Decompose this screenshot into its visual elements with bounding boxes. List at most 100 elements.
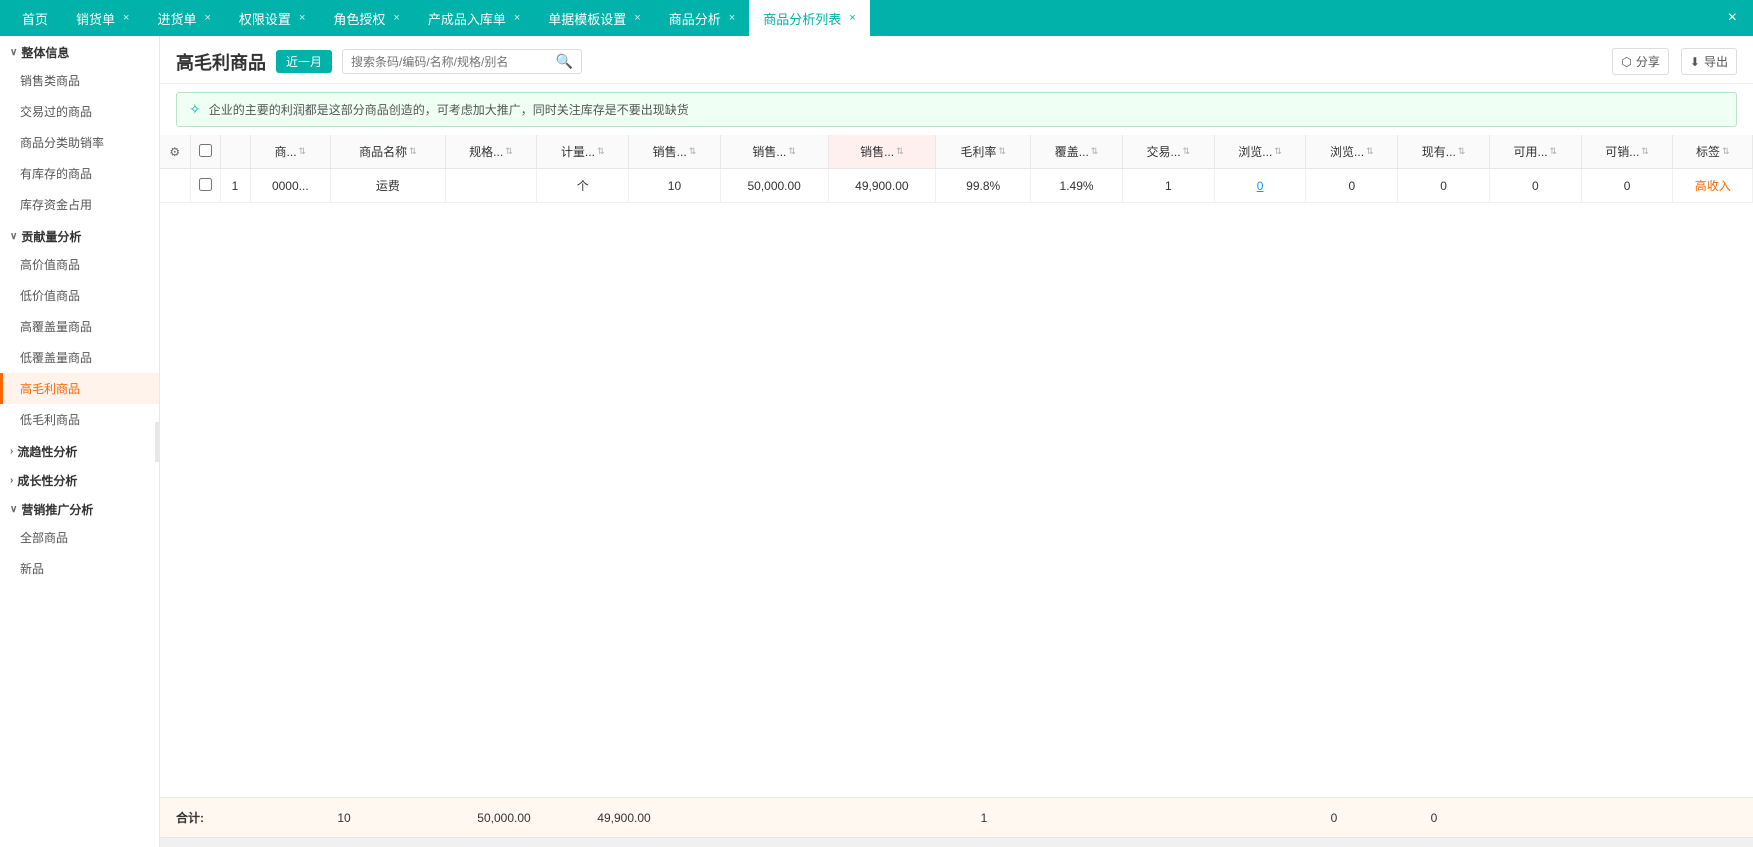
nav-tab-roles[interactable]: 角色授权 × (319, 0, 413, 36)
sidebar-item-low-coverage[interactable]: 低覆盖量商品 (0, 342, 159, 373)
col-gross-rate[interactable]: 毛利率⇅ (936, 135, 1031, 169)
col-sales-amount[interactable]: 销售...⇅ (720, 135, 828, 169)
col-name[interactable]: 商品名称⇅ (331, 135, 445, 169)
horizontal-scrollbar[interactable] (160, 837, 1753, 847)
nav-tab-inbound[interactable]: 产成品入库单 × (414, 0, 534, 36)
sidebar-item-traded-goods[interactable]: 交易过的商品 (0, 96, 159, 127)
row-browse1[interactable]: 0 (1214, 169, 1306, 203)
row-code: 0000... (250, 169, 331, 203)
row-saleable: 0 (1581, 169, 1673, 203)
col-browse1[interactable]: 浏览...⇅ (1214, 135, 1306, 169)
info-banner: ✧ 企业的主要的利润都是这部分商品创造的，可考虑加大推广，同时关注库存是不要出现… (176, 92, 1737, 127)
close-roles-tab[interactable]: × (393, 12, 399, 24)
col-trade[interactable]: 交易...⇅ (1122, 135, 1214, 169)
close-inbound-tab[interactable]: × (514, 12, 520, 24)
row-checkbox[interactable] (190, 169, 220, 203)
footer-sales-cost: 49,900.00 (564, 811, 684, 825)
search-icon[interactable]: 🔍 (556, 53, 573, 70)
row-trade: 1 (1122, 169, 1214, 203)
search-box: 🔍 (342, 49, 582, 74)
nav-tab-purchase[interactable]: 进货单 × (143, 0, 224, 36)
close-window-button[interactable]: × (1720, 9, 1745, 27)
sidebar-item-stock-capital[interactable]: 库存资金占用 (0, 189, 159, 220)
close-template-tab[interactable]: × (634, 12, 640, 24)
footer-sales-qty: 10 (244, 811, 444, 825)
row-unit: 个 (537, 169, 629, 203)
row-num: 1 (220, 169, 250, 203)
main-layout: « ∨ 整体信息 销售类商品 交易过的商品 商品分类助销率 有库存的商品 库存资… (0, 36, 1753, 847)
sidebar-item-high-value[interactable]: 高价值商品 (0, 249, 159, 280)
tag-label: 高收入 (1695, 179, 1731, 193)
sidebar-item-low-value[interactable]: 低价值商品 (0, 280, 159, 311)
nav-tab-home[interactable]: 首页 (8, 0, 62, 36)
sidebar-section-marketing[interactable]: ∨ 营销推广分析 (0, 493, 159, 522)
col-unit[interactable]: 计量...⇅ (537, 135, 629, 169)
settings-icon[interactable]: ⚙ (169, 145, 180, 159)
share-button[interactable]: ⬡ 分享 (1612, 48, 1669, 75)
col-settings[interactable]: ⚙ (160, 135, 190, 169)
nav-tab-analysis-list[interactable]: 商品分析列表 × (749, 0, 869, 36)
col-saleable[interactable]: 可销...⇅ (1581, 135, 1673, 169)
section-arrow-overall: ∨ (10, 47, 17, 58)
section-arrow-trend: › (10, 446, 13, 457)
sidebar-item-sales-goods[interactable]: 销售类商品 (0, 65, 159, 96)
content-header: 高毛利商品 近一月 🔍 ⬡ 分享 ⬇ 导出 (160, 36, 1753, 84)
col-available[interactable]: 可用...⇅ (1489, 135, 1581, 169)
row-checkbox-input[interactable] (199, 178, 212, 191)
col-checkbox (190, 135, 220, 169)
col-sales-cost[interactable]: 销售...⇅ (828, 135, 936, 169)
close-sales-tab[interactable]: × (123, 12, 129, 24)
row-settings (160, 169, 190, 203)
col-current[interactable]: 现有...⇅ (1398, 135, 1490, 169)
share-icon: ⬡ (1621, 55, 1631, 69)
select-all-checkbox[interactable] (199, 144, 212, 157)
sidebar-section-growth[interactable]: › 成长性分析 (0, 464, 159, 493)
table-wrapper[interactable]: ⚙ 商...⇅ 商品名称⇅ 规格...⇅ (160, 135, 1753, 797)
row-current: 0 (1398, 169, 1490, 203)
export-button[interactable]: ⬇ 导出 (1681, 48, 1737, 75)
footer-trade: 1 (924, 811, 1044, 825)
nav-tab-permissions[interactable]: 权限设置 × (225, 0, 319, 36)
page-title: 高毛利商品 (176, 49, 266, 75)
sidebar-item-all-goods[interactable]: 全部商品 (0, 522, 159, 553)
sidebar-section-overall[interactable]: ∨ 整体信息 (0, 36, 159, 65)
col-coverage[interactable]: 覆盖...⇅ (1031, 135, 1123, 169)
sidebar-section-contribution[interactable]: ∨ 贡献量分析 (0, 220, 159, 249)
sidebar-item-low-margin[interactable]: 低毛利商品 (0, 404, 159, 435)
sidebar-section-trend[interactable]: › 流趋性分析 (0, 435, 159, 464)
section-arrow-growth: › (10, 475, 13, 486)
col-code[interactable]: 商...⇅ (250, 135, 331, 169)
close-purchase-tab[interactable]: × (204, 12, 210, 24)
nav-tab-sales[interactable]: 销货单 × (62, 0, 143, 36)
col-tag[interactable]: 标签⇅ (1673, 135, 1753, 169)
sidebar-item-stock-goods[interactable]: 有库存的商品 (0, 158, 159, 189)
close-permissions-tab[interactable]: × (299, 12, 305, 24)
content-area: 高毛利商品 近一月 🔍 ⬡ 分享 ⬇ 导出 ✧ 企业的主要的利润都是这部分商品创… (160, 36, 1753, 847)
table-row: 1 0000... 运费 个 10 50,000.00 49,900.00 99… (160, 169, 1753, 203)
row-coverage: 1.49% (1031, 169, 1123, 203)
row-sales-amount: 50,000.00 (720, 169, 828, 203)
footer-current: 0 (1284, 811, 1384, 825)
sidebar-item-high-coverage[interactable]: 高覆盖量商品 (0, 311, 159, 342)
nav-tab-analysis[interactable]: 商品分析 × (655, 0, 749, 36)
sidebar-item-new-goods[interactable]: 新品 (0, 553, 159, 584)
sidebar-item-category-rate[interactable]: 商品分类助销率 (0, 127, 159, 158)
browse1-link[interactable]: 0 (1257, 179, 1264, 193)
time-filter-button[interactable]: 近一月 (276, 50, 332, 73)
nav-tab-template[interactable]: 单据模板设置 × (534, 0, 654, 36)
col-browse2[interactable]: 浏览...⇅ (1306, 135, 1398, 169)
row-spec (445, 169, 537, 203)
col-spec[interactable]: 规格...⇅ (445, 135, 537, 169)
close-analysis-list-tab[interactable]: × (849, 12, 855, 24)
sidebar-item-high-margin[interactable]: 高毛利商品 (0, 373, 159, 404)
close-analysis-tab[interactable]: × (729, 12, 735, 24)
footer-cols: 10 50,000.00 49,900.00 1 0 0 (244, 811, 1484, 825)
col-sales-qty[interactable]: 销售...⇅ (629, 135, 721, 169)
row-gross-rate: 99.8% (936, 169, 1031, 203)
export-icon: ⬇ (1690, 55, 1700, 69)
section-arrow-marketing: ∨ (10, 504, 17, 515)
search-input[interactable] (351, 55, 556, 69)
footer-total: 合计: 10 50,000.00 49,900.00 1 0 0 (160, 797, 1753, 837)
info-icon: ✧ (189, 101, 201, 118)
row-sales-qty: 10 (629, 169, 721, 203)
